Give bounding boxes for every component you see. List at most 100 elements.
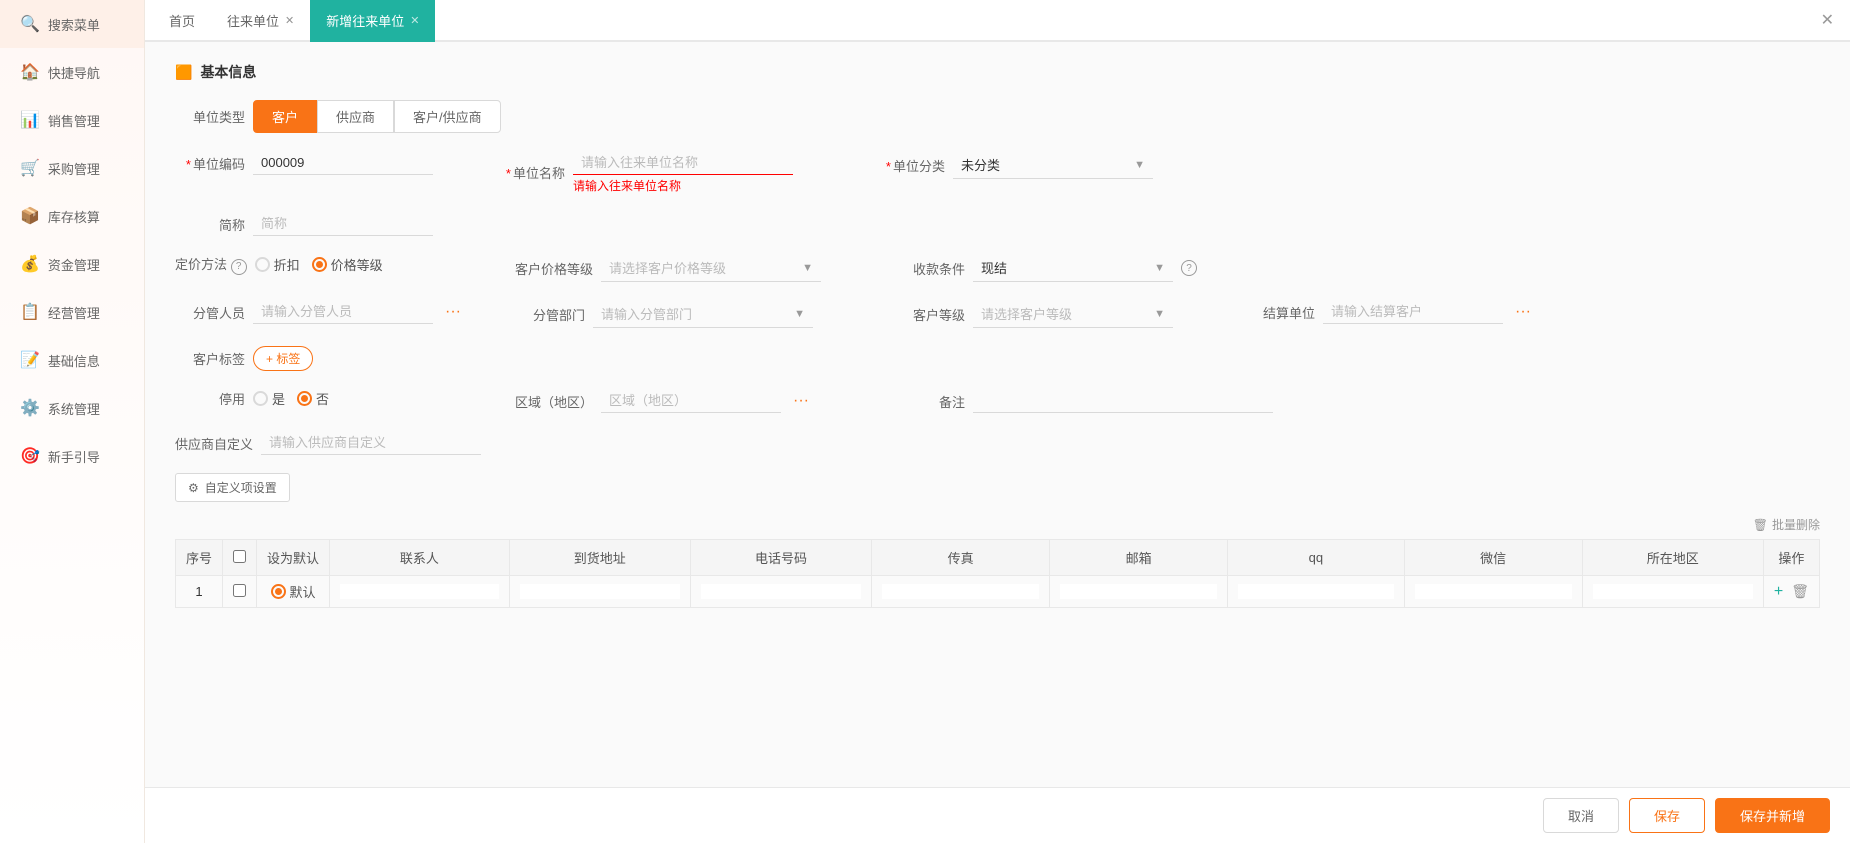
short-name-input[interactable]	[253, 212, 433, 236]
pricing-row: 定价方法 ? 折扣 价格等级 客户价格等级	[175, 254, 1820, 282]
pricing-level-radio[interactable]	[312, 257, 327, 272]
tab-new-contact[interactable]: 新增往来单位 ✕	[310, 0, 435, 42]
department-select[interactable]: 请输入分管部门 ▼	[593, 300, 813, 328]
select-all-checkbox[interactable]	[233, 550, 246, 563]
unit-type-customer[interactable]: 客户	[253, 100, 317, 133]
sidebar-item-finance[interactable]: 💰 资金管理	[0, 240, 144, 288]
cancel-button[interactable]: 取消	[1543, 798, 1619, 833]
unit-name-input[interactable]	[573, 151, 793, 175]
unit-name-wrap: 请输入往来单位名称	[573, 151, 793, 194]
row-email[interactable]	[1050, 576, 1228, 608]
stop-use-no[interactable]: 否	[297, 389, 329, 408]
sales-icon: 📊	[20, 110, 40, 130]
add-tag-button[interactable]: + 标签	[253, 346, 313, 371]
stop-use-yes-radio[interactable]	[253, 391, 268, 406]
manager-input[interactable]	[253, 300, 433, 324]
stop-use-yes[interactable]: 是	[253, 389, 285, 408]
contact-input[interactable]	[340, 584, 499, 599]
row-checkbox	[223, 576, 257, 608]
row-address[interactable]	[509, 576, 690, 608]
tab-home[interactable]: 首页	[153, 0, 211, 42]
settings-gear-icon: ⚙	[188, 481, 199, 495]
sidebar-item-system[interactable]: ⚙️ 系统管理	[0, 384, 144, 432]
col-email: 邮箱	[1050, 540, 1228, 576]
sidebar: 🔍 搜索菜单 🏠 快捷导航 📊 销售管理 🛒 采购管理 📦 库存核算 💰 资金管…	[0, 0, 145, 843]
tab-new-contact-close[interactable]: ✕	[410, 14, 419, 27]
payment-help-icon[interactable]: ?	[1181, 260, 1197, 276]
row-select-checkbox[interactable]	[233, 584, 246, 597]
pricing-radio-group: 折扣 价格等级	[255, 255, 383, 274]
supplier-custom-input[interactable]	[261, 431, 481, 455]
pricing-discount-radio[interactable]	[255, 257, 270, 272]
pricing-level[interactable]: 价格等级	[312, 255, 383, 274]
area-input[interactable]	[601, 389, 781, 413]
customer-tag-field: 客户标签 + 标签	[175, 346, 1820, 371]
manager-field: 分管人员 ···	[175, 300, 515, 324]
payment-terms-value: 现结	[981, 258, 1150, 277]
guide-icon: 🎯	[20, 446, 40, 466]
customer-level-select[interactable]: 请选择客户等级 ▼	[973, 300, 1173, 328]
fax-input[interactable]	[882, 584, 1039, 599]
customer-level-chevron: ▼	[1154, 308, 1165, 320]
remark-input[interactable]	[973, 389, 1273, 413]
area-more-icon[interactable]: ···	[789, 392, 813, 410]
email-input[interactable]	[1060, 584, 1217, 599]
department-chevron: ▼	[794, 308, 805, 320]
save-button[interactable]: 保存	[1629, 798, 1705, 833]
phone-input[interactable]	[701, 584, 861, 599]
row-default-radio[interactable]: 默认	[267, 582, 319, 601]
unit-category-select[interactable]: 未分类 ▼	[953, 151, 1153, 179]
unit-name-required: *	[506, 166, 511, 181]
payment-terms-select[interactable]: 现结 ▼	[973, 254, 1173, 282]
sidebar-item-search[interactable]: 🔍 搜索菜单	[0, 0, 144, 48]
sidebar-item-guide[interactable]: 🎯 新手引导	[0, 432, 144, 480]
customer-price-level-select[interactable]: 请选择客户价格等级 ▼	[601, 254, 821, 282]
unit-category-chevron: ▼	[1134, 159, 1145, 171]
sidebar-item-purchase[interactable]: 🛒 采购管理	[0, 144, 144, 192]
inventory-icon: 📦	[20, 206, 40, 226]
row-wechat[interactable]	[1404, 576, 1582, 608]
col-phone: 电话号码	[690, 540, 871, 576]
sidebar-item-operations[interactable]: 📋 经营管理	[0, 288, 144, 336]
unit-type-supplier[interactable]: 供应商	[317, 100, 394, 133]
row-fax[interactable]	[872, 576, 1050, 608]
tab-contacts[interactable]: 往来单位 ✕	[211, 0, 310, 42]
region-input[interactable]	[1593, 584, 1753, 599]
pricing-discount[interactable]: 折扣	[255, 255, 300, 274]
delete-row-button[interactable]: 🗑	[1791, 583, 1809, 600]
sidebar-item-inventory[interactable]: 📦 库存核算	[0, 192, 144, 240]
row-qq[interactable]	[1228, 576, 1405, 608]
tab-bar-close-all[interactable]: ✕	[1813, 10, 1842, 30]
qq-input[interactable]	[1238, 584, 1394, 599]
sidebar-item-quick-nav[interactable]: 🏠 快捷导航	[0, 48, 144, 96]
sidebar-item-sales[interactable]: 📊 销售管理	[0, 96, 144, 144]
batch-delete-button[interactable]: 🗑 批量删除	[1753, 516, 1820, 533]
address-input[interactable]	[520, 584, 680, 599]
row-default-radio-circle[interactable]	[271, 584, 286, 599]
save-new-button[interactable]: 保存并新增	[1715, 798, 1830, 833]
department-label: 分管部门	[515, 305, 585, 324]
custom-settings-button[interactable]: ⚙ 自定义项设置	[175, 473, 290, 502]
unit-type-both[interactable]: 客户/供应商	[394, 100, 501, 133]
sidebar-item-basic-info[interactable]: 📝 基础信息	[0, 336, 144, 384]
manager-more-icon[interactable]: ···	[441, 303, 465, 321]
row-region[interactable]	[1582, 576, 1763, 608]
system-icon: ⚙️	[20, 398, 40, 418]
settlement-more-icon[interactable]: ···	[1511, 303, 1535, 321]
customer-level-label: 客户等级	[895, 305, 965, 324]
settlement-unit-input[interactable]	[1323, 300, 1503, 324]
row-phone[interactable]	[690, 576, 871, 608]
unit-name-field: *单位名称 请输入往来单位名称	[495, 151, 875, 194]
area-field: 区域（地区） ···	[515, 389, 895, 413]
pricing-help-icon[interactable]: ?	[231, 259, 247, 275]
unit-name-error: 请输入往来单位名称	[573, 177, 793, 194]
unit-code-input[interactable]	[253, 151, 433, 175]
supplier-custom-label: 供应商自定义	[175, 434, 253, 453]
stop-use-row: 停用 是 否 区域（地区） ···	[175, 389, 1820, 413]
payment-terms-field: 收款条件 现结 ▼ ?	[895, 254, 1820, 282]
add-row-button[interactable]: +	[1774, 583, 1783, 601]
stop-use-no-radio[interactable]	[297, 391, 312, 406]
wechat-input[interactable]	[1415, 584, 1572, 599]
tab-contacts-close[interactable]: ✕	[285, 14, 294, 27]
row-contact[interactable]	[330, 576, 510, 608]
